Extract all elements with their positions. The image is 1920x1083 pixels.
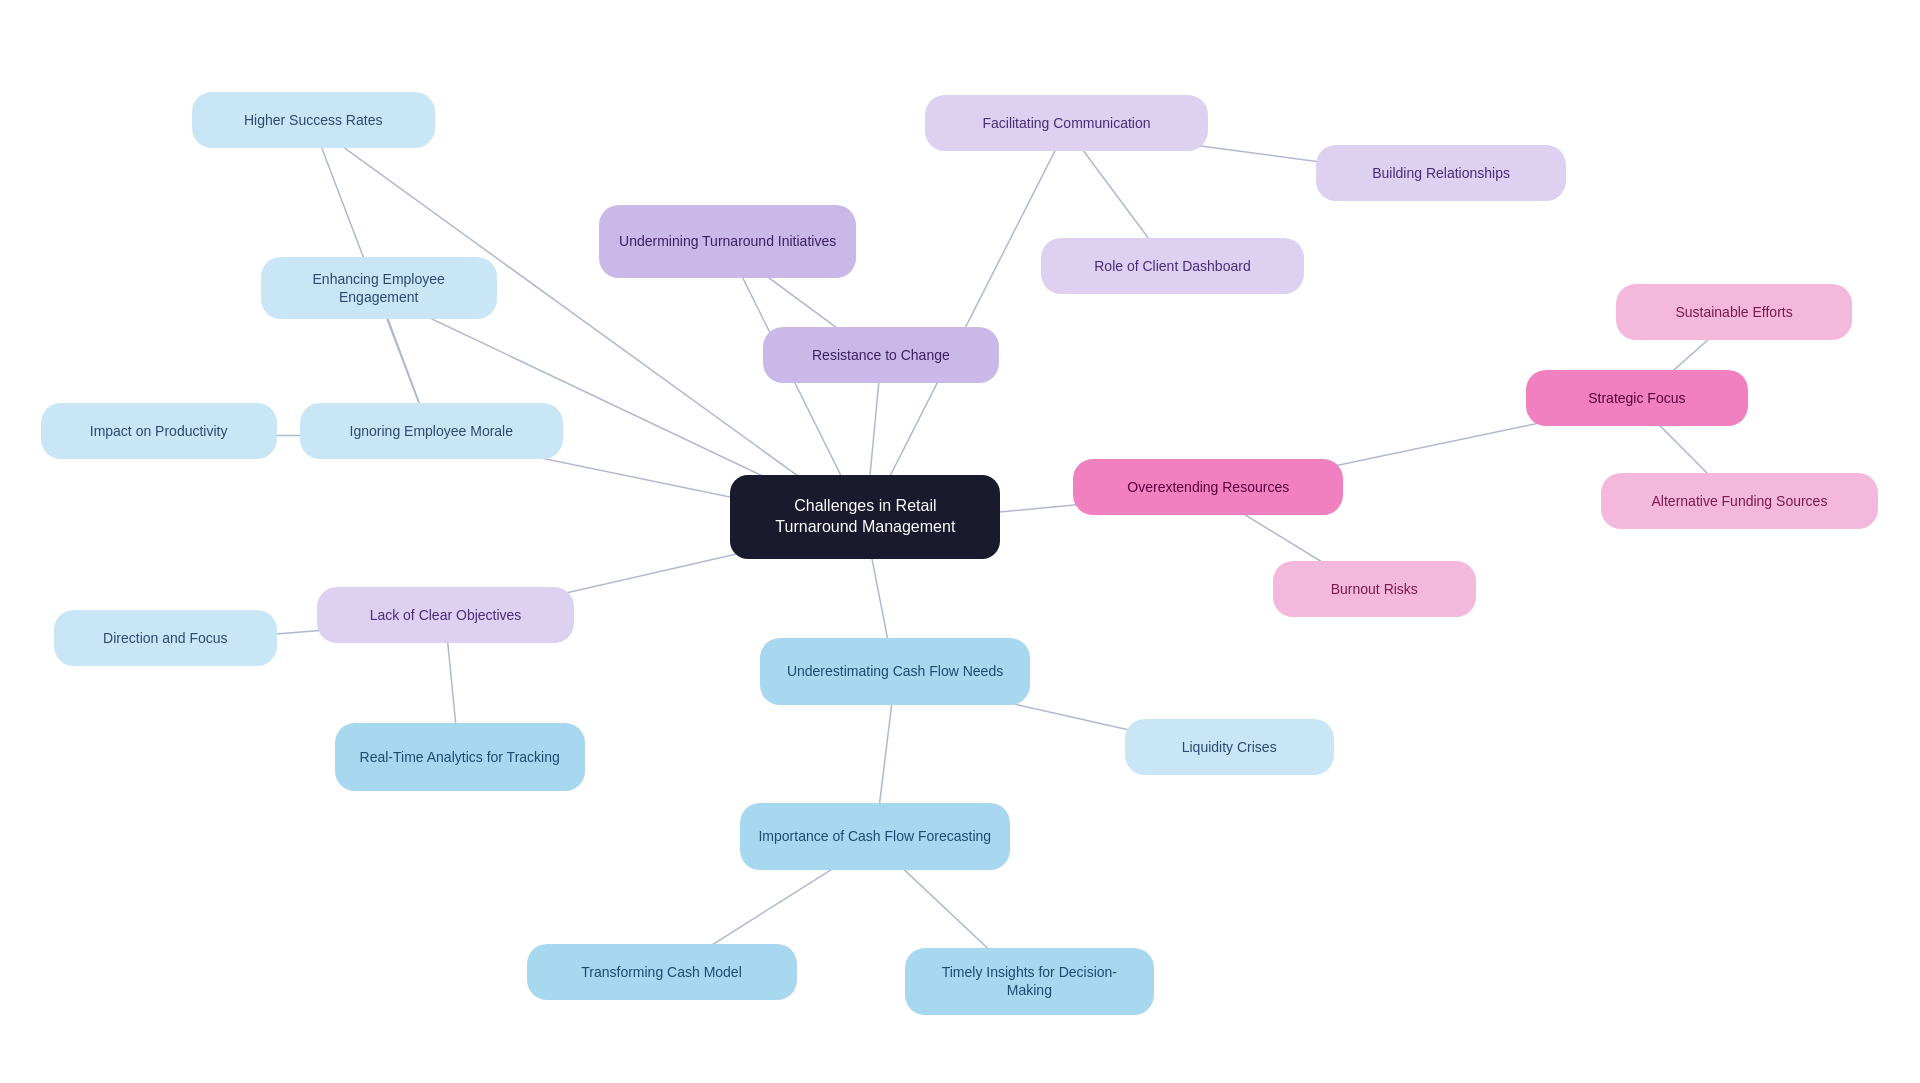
svg-line-17 [865,128,1066,525]
node-enhancing_employee: Enhancing Employee Engagement [261,257,497,319]
node-lack_objectives: Lack of Clear Objectives [317,587,574,643]
node-overextending: Overextending Resources [1073,459,1343,515]
mind-map-container: Challenges in Retail Turnaround Manageme… [0,0,1920,1083]
node-direction_focus: Direction and Focus [54,610,277,666]
node-strategic_focus: Strategic Focus [1526,370,1749,426]
node-importance_cashflow: Importance of Cash Flow Forecasting [740,803,1010,870]
node-facilitating_comm: Facilitating Communication [925,95,1209,151]
node-impact_productivity: Impact on Productivity [41,403,277,459]
node-underestimating: Underestimating Cash Flow Needs [760,638,1030,705]
node-undermining: Undermining Turnaround Initiatives [599,205,856,278]
node-ignoring_morale: Ignoring Employee Morale [300,403,563,459]
node-center: Challenges in Retail Turnaround Manageme… [730,475,1000,559]
node-sustainable_efforts: Sustainable Efforts [1616,284,1852,340]
node-alternative_funding: Alternative Funding Sources [1601,473,1878,529]
node-liquidity_crises: Liquidity Crises [1125,719,1334,775]
svg-line-0 [313,125,865,524]
node-transforming_cash: Transforming Cash Model [527,944,797,1000]
node-higher_success: Higher Success Rates [192,92,435,148]
node-resistance: Resistance to Change [763,327,999,383]
node-burnout_risks: Burnout Risks [1273,561,1476,617]
node-realtime_analytics: Real-Time Analytics for Tracking [335,723,585,790]
node-role_client: Role of Client Dashboard [1041,238,1304,294]
node-building_rel: Building Relationships [1316,145,1566,201]
node-timely_insights: Timely Insights for Decision-Making [905,948,1155,1015]
